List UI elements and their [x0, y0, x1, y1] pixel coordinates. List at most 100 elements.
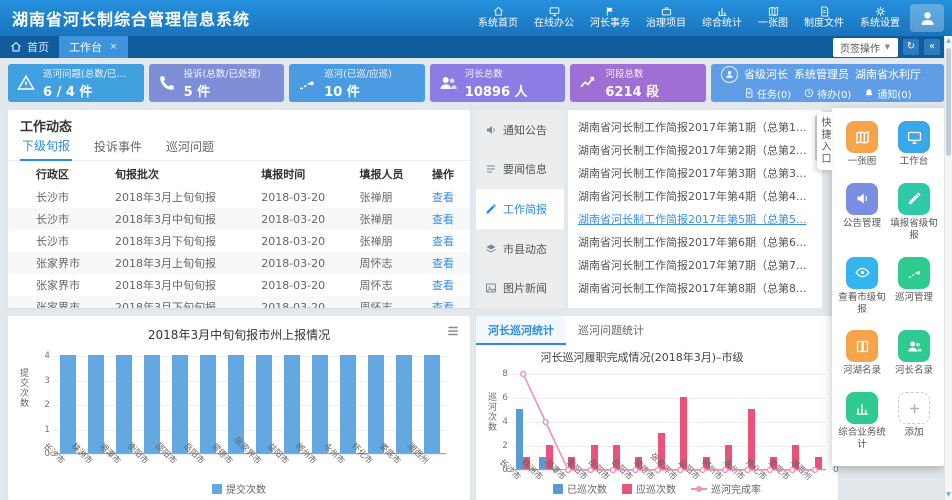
bar-series-0 — [284, 355, 300, 453]
legend-item[interactable]: 应巡次数 — [622, 481, 676, 496]
close-tab-icon[interactable]: × — [109, 42, 118, 52]
bell-icon — [864, 88, 874, 98]
quick-tile-people[interactable]: 河长名录 — [889, 330, 939, 377]
view-link[interactable]: 查看 — [432, 191, 454, 204]
quick-tile-walk[interactable]: 巡河管理 — [889, 256, 939, 316]
people-icon — [907, 339, 922, 354]
legend-item[interactable]: 提交次数 — [212, 481, 266, 496]
cell-date: 2018-03-20 — [261, 190, 326, 204]
gridline — [54, 356, 446, 357]
user-badges: 任务(0) 待办(0) 通知(0) — [721, 86, 934, 101]
worklog-tab[interactable]: 投诉事件 — [92, 138, 144, 160]
quick-tile-map[interactable]: 一张图 — [837, 121, 887, 168]
nav-item-label: 在线办公 — [534, 17, 574, 29]
page-scrollbar[interactable]: ▲ ▼ — [944, 36, 952, 500]
quick-tile-view[interactable]: 查看市级旬报 — [837, 256, 887, 316]
user-badge[interactable]: 待办(0) — [804, 86, 851, 101]
quick-tile-speaker[interactable]: 公告管理 — [837, 182, 887, 242]
cell-batch: 2018年3月下旬旬报 — [114, 301, 216, 308]
quick-tile-book[interactable]: 河湖名录 — [837, 330, 887, 377]
nav-item-label: 综合统计 — [702, 17, 742, 29]
user-badge[interactable]: 通知(0) — [864, 86, 912, 101]
tab-workbench[interactable]: 工作台 × — [59, 36, 128, 58]
stat-label: 巡河(已巡/应巡) — [324, 69, 392, 80]
quick-entry-tab[interactable]: 快捷入口 — [817, 112, 832, 170]
quick-entry-panel: 一张图 工作台公告管理 填报省级旬报 查看市级旬报 巡河管理 河湖名录 河长名录 综合业务统计… — [832, 108, 944, 466]
refresh-icon[interactable]: ↻ — [903, 39, 919, 55]
stat-card-trend[interactable]: 河段总数 6214 段 — [570, 64, 706, 102]
nav-item-flag[interactable]: 河长事务 — [590, 6, 630, 31]
nav-item-monitor[interactable]: 在线办公 — [534, 6, 574, 31]
layers-icon — [485, 243, 497, 255]
news-item[interactable]: 湖南省河长制工作简报2017年第8期（总第8... — [578, 277, 810, 300]
badge-label: 任务(0) — [757, 89, 792, 101]
bar-series-0 — [116, 355, 132, 453]
tab-actions-button[interactable]: 页签操作 ▼ — [833, 37, 898, 57]
news-menu-item[interactable]: 图片新闻 — [476, 268, 564, 308]
nav-item-label: 系统首页 — [478, 17, 518, 29]
tile-label: 公告管理 — [842, 217, 881, 229]
news-item[interactable]: 湖南省河长制工作简报2017年第3期（总第3... — [578, 162, 810, 185]
news-item[interactable]: 湖南省河长制工作简报2017年第6期（总第6... — [578, 231, 810, 254]
quick-tile-monitor[interactable]: 工作台 — [889, 121, 939, 168]
user-summary-card[interactable]: 省级河长 系统管理员 湖南省水利厅 任务(0) 待办(0) 通知(0) — [711, 64, 944, 102]
nav-item-home[interactable]: 系统首页 — [478, 6, 518, 31]
table-row: 张家界市 2018年3月上旬旬报 2018-03-20 周怀志 查看 — [8, 252, 470, 274]
column-header: 操作 — [431, 168, 454, 181]
book-icon — [855, 339, 870, 354]
stat-card-walk[interactable]: 巡河(已巡/应巡) 10 件 — [289, 64, 425, 102]
nav-item-gear[interactable]: 系统设置 — [860, 6, 900, 31]
scroll-down-icon[interactable]: ▼ — [945, 490, 952, 500]
scrollbar-thumb[interactable] — [946, 48, 951, 156]
legend-swatch — [553, 483, 563, 494]
view-link[interactable]: 查看 — [432, 213, 454, 226]
stat-card-warning[interactable]: 巡河问题(总数/已处理) 6 / 4 件 — [8, 64, 144, 102]
monitor-icon — [907, 130, 922, 145]
stat-card-people[interactable]: 河长总数 10896 人 — [429, 64, 566, 102]
patrol-stats-tab[interactable]: 巡河问题统计 — [566, 316, 656, 345]
news-item[interactable]: 湖南省河长制工作简报2017年第7期（总第7... — [578, 254, 810, 277]
legend-item[interactable]: 已巡次数 — [553, 481, 607, 496]
scroll-up-icon[interactable]: ▲ — [945, 36, 952, 46]
news-item[interactable]: 湖南省河长制工作简报2017年第1期（总第1... — [578, 116, 810, 139]
bar-series-0 — [340, 355, 356, 453]
news-item[interactable]: 湖南省河长制工作简报2017年第2期（总第2... — [578, 139, 810, 162]
nav-item-map[interactable]: 一张图 — [758, 6, 788, 31]
tab-actions-label: 页签操作 — [840, 43, 880, 55]
user-circle-icon — [725, 70, 734, 79]
breadcrumb-home[interactable]: 首页 — [0, 39, 59, 55]
news-menu-item[interactable]: 工作简报 — [476, 189, 564, 229]
table-row: 长沙市 2018年3月下旬旬报 2018-03-20 张禅朋 查看 — [8, 230, 470, 252]
tile-icon-box — [898, 121, 930, 153]
quick-tile-plus[interactable]: 添加 — [889, 392, 939, 451]
news-item[interactable]: 湖南省河长制工作简报2017年第4期（总第4... — [578, 185, 810, 208]
legend-item[interactable]: 巡河完成率 — [691, 481, 761, 496]
news-menu-item[interactable]: 通知公告 — [476, 110, 564, 150]
news-item[interactable]: 湖南省河长制工作简报2017年第5期（总第5... — [578, 208, 810, 231]
stat-card-phone[interactable]: 投诉(总数/已处理) 5 件 — [148, 64, 285, 102]
y-axis-tick: 4 — [502, 417, 508, 427]
view-link[interactable]: 查看 — [432, 257, 454, 270]
menu-item-label: 图片新闻 — [503, 282, 547, 296]
user-avatar[interactable] — [910, 4, 944, 32]
worklog-tab[interactable]: 巡河问题 — [164, 138, 216, 160]
nav-item-bars[interactable]: 综合统计 — [702, 6, 742, 31]
nav-item-doc[interactable]: 制度文件 — [804, 6, 844, 31]
quick-tile-bars[interactable]: 综合业务统计 — [837, 392, 887, 451]
bar-series-0 — [88, 355, 104, 453]
user-badge[interactable]: 任务(0) — [744, 86, 791, 101]
view-link[interactable]: 查看 — [432, 235, 454, 248]
nav-item-briefcase[interactable]: 治理项目 — [646, 6, 686, 31]
view-link[interactable]: 查看 — [432, 279, 454, 292]
worklog-tab[interactable]: 下级旬报 — [20, 137, 73, 161]
clock-icon — [804, 88, 814, 98]
chart-plot: 0 1 2 3 4 长沙市 株洲市 湘潭市 衡阳市 邵阳市 岳阳市 常德市 张家界市 益阳市 郴州市 永州市怀… — [41, 351, 446, 466]
collapse-icon[interactable]: « — [924, 39, 940, 55]
stat-text: 河长总数 10896 人 — [465, 66, 528, 100]
quick-tile-edit[interactable]: 填报省级旬报 — [889, 182, 939, 242]
view-link[interactable]: 查看 — [432, 301, 454, 308]
news-menu-item[interactable]: 要闻信息 — [476, 150, 564, 190]
news-menu-item[interactable]: 市县动态 — [476, 229, 564, 269]
patrol-stats-tab[interactable]: 河长巡河统计 — [476, 316, 566, 345]
nav-item-label: 治理项目 — [646, 17, 686, 29]
